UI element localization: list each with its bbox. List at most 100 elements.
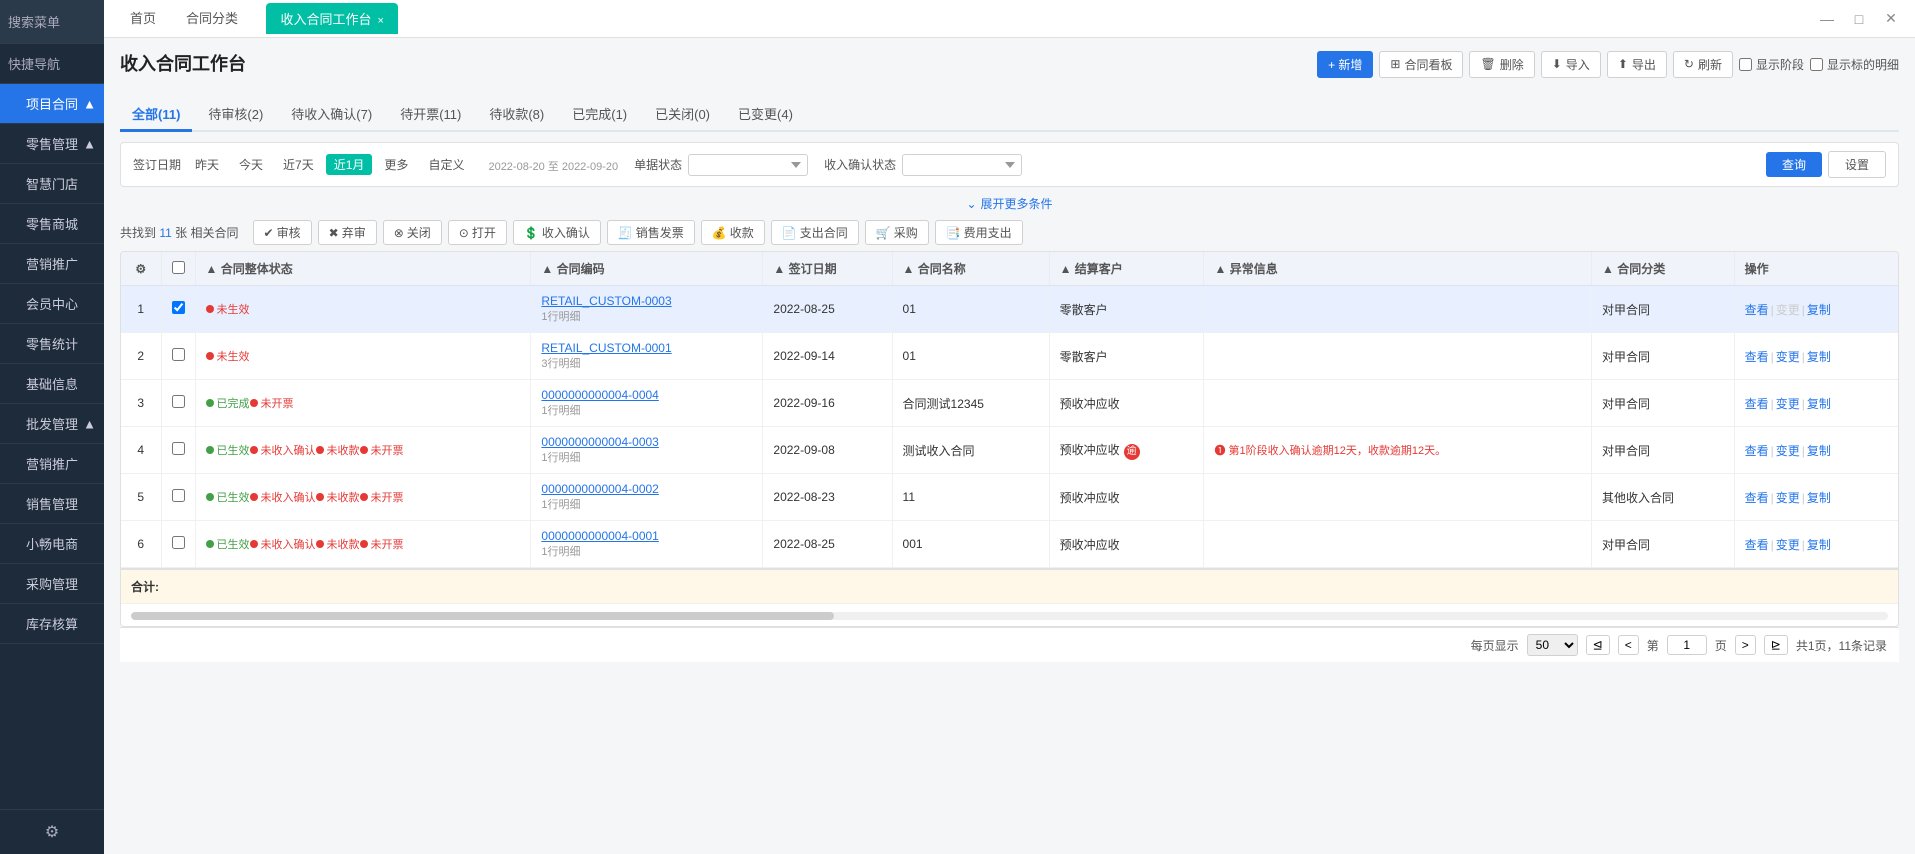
- contract-code-link[interactable]: 0000000000004-0002: [541, 482, 658, 496]
- out-contract-button[interactable]: 📄 支出合同: [771, 220, 859, 245]
- sales-invoice-button[interactable]: 🧾 销售发票: [607, 220, 695, 245]
- payment-button[interactable]: 💰 收款: [701, 220, 765, 245]
- cell-checkbox[interactable]: [161, 380, 195, 427]
- contract-code-link[interactable]: 0000000000004-0004: [541, 388, 658, 402]
- sidebar-item-retail-mall[interactable]: 零售商城: [0, 204, 104, 244]
- date-btn-last7[interactable]: 近7天: [275, 154, 322, 175]
- new-button[interactable]: + 新增: [1317, 51, 1373, 78]
- row-checkbox[interactable]: [172, 536, 185, 549]
- show-stage-checkbox[interactable]: 显示阶段: [1739, 56, 1804, 73]
- close-button[interactable]: ✕: [1879, 7, 1903, 31]
- sidebar-item-project[interactable]: 项目合同▲: [0, 84, 104, 124]
- query-button[interactable]: 查询: [1766, 152, 1822, 177]
- purchase-button[interactable]: 🛒 采购: [865, 220, 929, 245]
- next-page-button[interactable]: >: [1735, 635, 1756, 655]
- copy-button[interactable]: 复制: [1807, 538, 1831, 552]
- col-checkbox[interactable]: [161, 252, 195, 286]
- close-contract-button[interactable]: ⊗ 关闭: [383, 220, 442, 245]
- review-button[interactable]: ✔ 审核: [253, 220, 312, 245]
- prev-page-button[interactable]: <: [1618, 635, 1639, 655]
- contract-code-link[interactable]: RETAIL_CUSTOM-0001: [541, 341, 671, 355]
- edit-button[interactable]: 变更: [1776, 491, 1800, 505]
- sidebar-item-inventory[interactable]: 库存核算: [0, 604, 104, 644]
- sidebar-item-marketing2[interactable]: 营销推广: [0, 444, 104, 484]
- sidebar-search[interactable]: 搜索菜单: [0, 0, 104, 44]
- import-button[interactable]: ⬇ 导入: [1541, 51, 1601, 78]
- status-tab-changed[interactable]: 已变更(4): [726, 98, 805, 132]
- status-tab-pending-invoice[interactable]: 待开票(11): [388, 98, 473, 132]
- set-button[interactable]: 设置: [1828, 151, 1886, 178]
- sidebar-item-marketing[interactable]: 营销推广: [0, 244, 104, 284]
- view-button[interactable]: 查看: [1745, 444, 1769, 458]
- expense-button[interactable]: 📑 费用支出: [935, 220, 1023, 245]
- per-page-select[interactable]: 50 100: [1527, 634, 1578, 656]
- view-button[interactable]: 查看: [1745, 538, 1769, 552]
- date-btn-yesterday[interactable]: 昨天: [187, 154, 227, 175]
- edit-button[interactable]: 变更: [1776, 538, 1800, 552]
- show-marked-checkbox[interactable]: 显示标的明细: [1810, 56, 1899, 73]
- status-tab-pending-review[interactable]: 待审核(2): [196, 98, 275, 132]
- sidebar-item-smart-store[interactable]: 智慧门店: [0, 164, 104, 204]
- sidebar-item-retail-stat[interactable]: 零售统计: [0, 324, 104, 364]
- col-settings[interactable]: ⚙: [121, 252, 161, 286]
- last-page-button[interactable]: ⊵: [1764, 635, 1788, 655]
- row-checkbox[interactable]: [172, 442, 185, 455]
- sidebar-item-wholesale[interactable]: 批发管理▲: [0, 404, 104, 444]
- row-checkbox[interactable]: [172, 348, 185, 361]
- contract-code-link[interactable]: 0000000000004-0003: [541, 435, 658, 449]
- doc-status-select[interactable]: [688, 154, 808, 176]
- date-btn-more[interactable]: 更多: [376, 154, 416, 175]
- income-confirm-button[interactable]: 💲 收入确认: [513, 220, 601, 245]
- sidebar-item-retail-mgr[interactable]: 零售管理▲: [0, 124, 104, 164]
- cell-checkbox[interactable]: [161, 521, 195, 568]
- minimize-button[interactable]: —: [1815, 7, 1839, 31]
- tab-income-workbench[interactable]: 收入合同工作台×: [266, 3, 397, 34]
- page-number-input[interactable]: [1667, 635, 1707, 655]
- status-tab-all[interactable]: 全部(11): [120, 98, 192, 132]
- copy-button[interactable]: 复制: [1807, 444, 1831, 458]
- contract-code-link[interactable]: 0000000000004-0001: [541, 529, 658, 543]
- copy-button[interactable]: 复制: [1807, 303, 1831, 317]
- sidebar-item-sales-mgr[interactable]: 销售管理: [0, 484, 104, 524]
- date-btn-last1m[interactable]: 近1月: [326, 154, 373, 175]
- tab-contract-type[interactable]: 合同分类×: [172, 0, 264, 37]
- date-btn-custom[interactable]: 自定义: [420, 154, 472, 175]
- copy-button[interactable]: 复制: [1807, 491, 1831, 505]
- open-contract-button[interactable]: ⊙ 打开: [448, 220, 507, 245]
- view-button[interactable]: 查看: [1745, 491, 1769, 505]
- cell-checkbox[interactable]: [161, 474, 195, 521]
- cell-checkbox[interactable]: [161, 286, 195, 333]
- sidebar-item-base-info[interactable]: 基础信息: [0, 364, 104, 404]
- tab-home[interactable]: 首页: [116, 0, 170, 37]
- refresh-button[interactable]: ↻ 刷新: [1673, 51, 1733, 78]
- cell-checkbox[interactable]: [161, 333, 195, 380]
- row-checkbox[interactable]: [172, 301, 185, 314]
- edit-button[interactable]: 变更: [1776, 350, 1800, 364]
- copy-button[interactable]: 复制: [1807, 350, 1831, 364]
- tab-close-icon[interactable]: ×: [377, 15, 383, 27]
- sidebar-item-purchase[interactable]: 采购管理: [0, 564, 104, 604]
- date-btn-today[interactable]: 今天: [231, 154, 271, 175]
- abandon-review-button[interactable]: ✖ 弃审: [318, 220, 377, 245]
- first-page-button[interactable]: ⊴: [1586, 635, 1610, 655]
- status-tab-pending-income-confirm[interactable]: 待收入确认(7): [279, 98, 384, 132]
- row-checkbox[interactable]: [172, 395, 185, 408]
- row-checkbox[interactable]: [172, 489, 185, 502]
- copy-button[interactable]: 复制: [1807, 397, 1831, 411]
- sidebar-nav[interactable]: 快捷导航: [0, 44, 104, 84]
- expand-filter-button[interactable]: ⌄ 展开更多条件: [966, 195, 1052, 212]
- cell-checkbox[interactable]: [161, 427, 195, 474]
- view-button[interactable]: 查看: [1745, 303, 1769, 317]
- tab-close-icon[interactable]: ×: [244, 14, 250, 26]
- view-button[interactable]: 查看: [1745, 350, 1769, 364]
- contract-code-link[interactable]: RETAIL_CUSTOM-0003: [541, 294, 671, 308]
- status-tab-completed[interactable]: 已完成(1): [560, 98, 639, 132]
- horizontal-scrollbar[interactable]: [131, 612, 1888, 620]
- status-tab-closed[interactable]: 已关闭(0): [643, 98, 722, 132]
- scrollbar-thumb[interactable]: [131, 612, 834, 620]
- income-confirm-select[interactable]: [902, 154, 1022, 176]
- edit-button[interactable]: 变更: [1776, 397, 1800, 411]
- view-button[interactable]: 查看: [1745, 397, 1769, 411]
- sidebar-item-ecommerce[interactable]: 小畅电商: [0, 524, 104, 564]
- sidebar-settings[interactable]: ⚙: [0, 809, 104, 854]
